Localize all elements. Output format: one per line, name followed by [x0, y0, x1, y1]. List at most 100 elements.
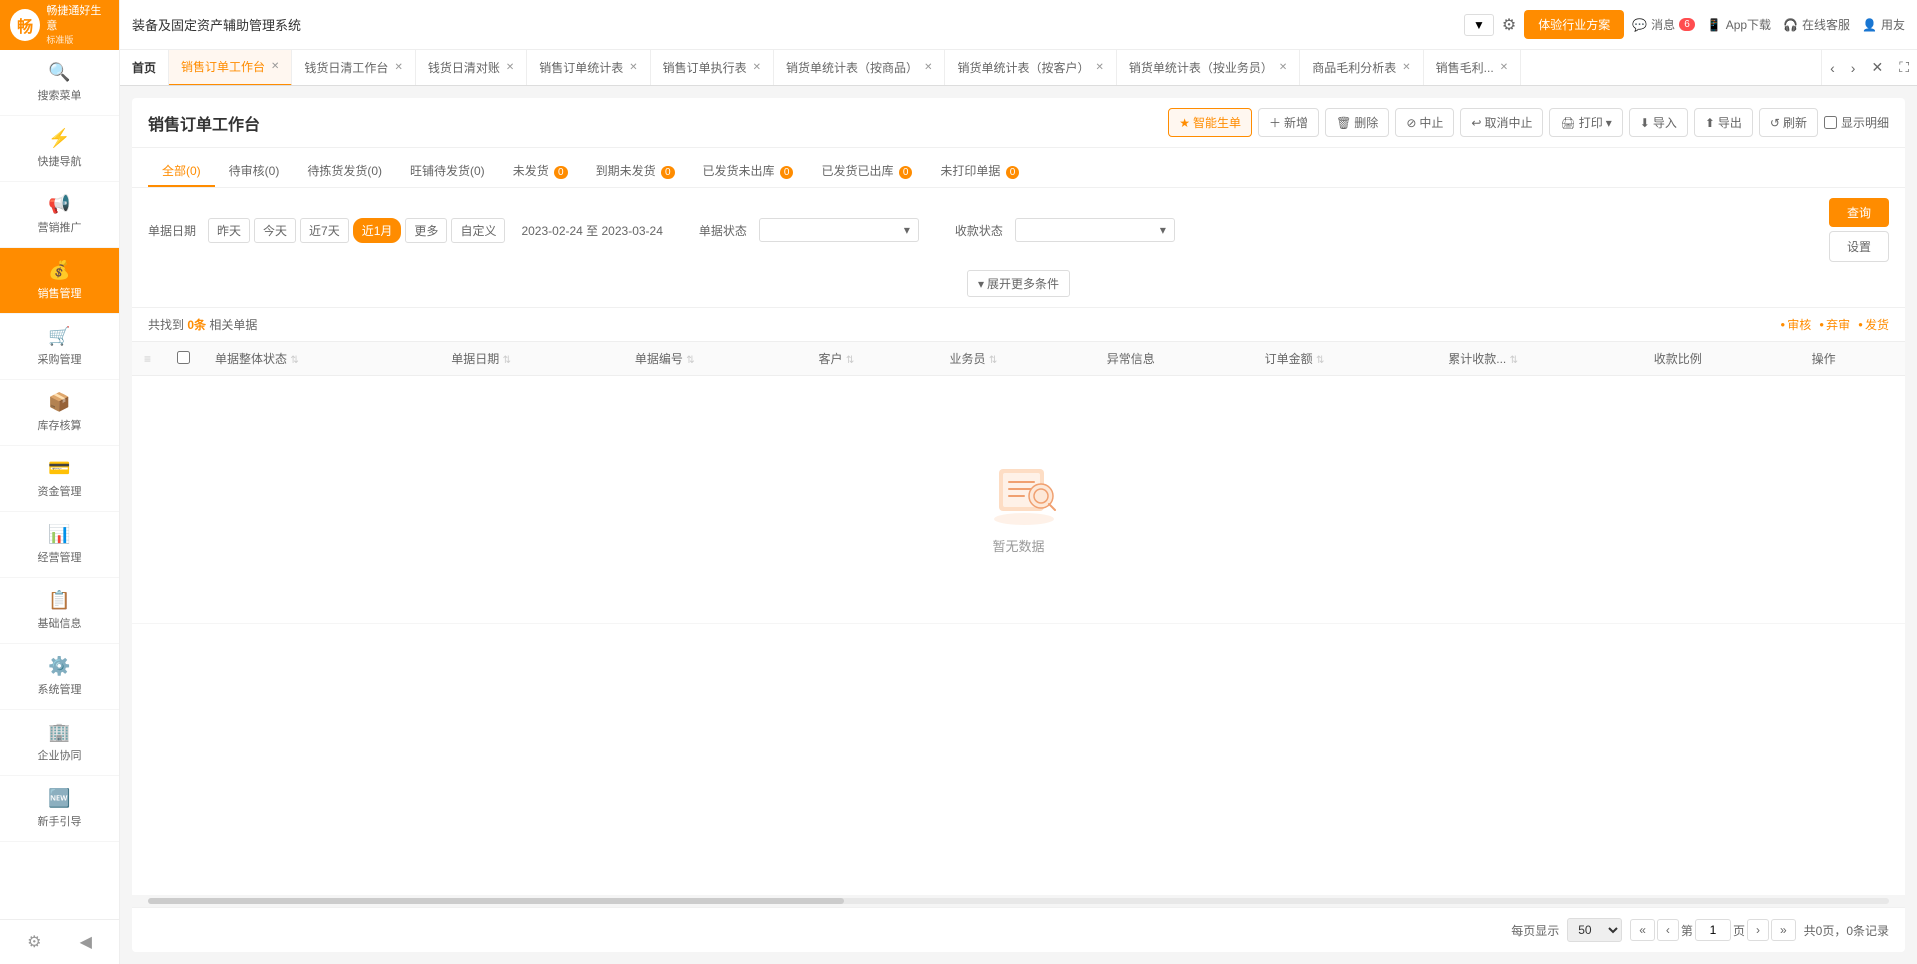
filter-setting-button[interactable]: 设置 [1829, 231, 1889, 262]
expand-filter-button[interactable]: ▾ 展开更多条件 [967, 270, 1070, 297]
tab-sales-stats-staff[interactable]: 销货单统计表（按业务员） ✕ [1117, 50, 1300, 86]
query-button[interactable]: 查询 [1829, 198, 1889, 227]
delete-button[interactable]: 🗑 删除 [1325, 108, 1389, 137]
status-filter-select[interactable]: ▾ [759, 218, 919, 242]
tab-scroll-left[interactable]: ‹ [1822, 50, 1843, 86]
stop-button[interactable]: ⊘ 中止 [1395, 108, 1454, 137]
sub-tab-wangpu[interactable]: 旺铺待发货(0) [396, 156, 499, 187]
tab-close-all[interactable]: ✕ [1863, 50, 1891, 86]
sidebar-item-search[interactable]: 🔍 搜索菜单 [0, 50, 119, 116]
tab-cash-account[interactable]: 钱货日清对账 ✕ [416, 50, 527, 86]
cancel-stop-button[interactable]: ↩ 取消中止 [1460, 108, 1543, 137]
date-btn-more[interactable]: 更多 [405, 218, 447, 243]
col-date[interactable]: 单据日期 [439, 342, 623, 376]
unreview-button[interactable]: 弃审 [1819, 316, 1850, 333]
scrollbar-track[interactable] [148, 898, 1889, 904]
user-button[interactable]: 👤 用友 [1862, 16, 1905, 33]
horizontal-scrollbar[interactable] [132, 895, 1905, 907]
sub-tab-unshipped[interactable]: 未发货 0 [499, 156, 582, 187]
import-button[interactable]: ⬇ 导入 [1629, 108, 1688, 137]
scrollbar-thumb[interactable] [148, 898, 844, 904]
add-button[interactable]: ＋ 新增 [1258, 108, 1319, 137]
payment-filter-select[interactable]: ▾ [1015, 218, 1175, 242]
tab-scroll-right[interactable]: › [1843, 50, 1864, 86]
sidebar-item-operations[interactable]: 📊 经营管理 [0, 512, 119, 578]
tab-sales-stats-close[interactable]: ✕ [629, 62, 637, 73]
last-page-button[interactable]: » [1771, 919, 1796, 941]
collapse-button[interactable]: ◀ [76, 928, 96, 956]
export-button[interactable]: ⬆ 导出 [1694, 108, 1753, 137]
sub-tab-unshipped-label: 未发货 [513, 164, 549, 178]
tab-cash-daily[interactable]: 钱货日清工作台 ✕ [292, 50, 415, 86]
sidebar-item-system[interactable]: ⚙️ 系统管理 [0, 644, 119, 710]
date-btn-7days[interactable]: 近7天 [300, 218, 349, 243]
topbar-gear-button[interactable]: ⚙ [1502, 15, 1516, 35]
page-input[interactable] [1695, 919, 1731, 941]
date-btn-1month[interactable]: 近1月 [353, 218, 402, 243]
tab-sales-stats-staff-label: 销货单统计表（按业务员） [1129, 59, 1273, 76]
sidebar-item-purchase[interactable]: 🛒 采购管理 [0, 314, 119, 380]
col-status[interactable]: 单据整体状态 [203, 342, 439, 376]
tab-sales-stats[interactable]: 销售订单统计表 ✕ [527, 50, 650, 86]
tab-sales-more[interactable]: 销售毛利... ✕ [1424, 50, 1521, 86]
show-detail-checkbox-label[interactable]: 显示明细 [1824, 114, 1889, 131]
col-check[interactable] [163, 342, 203, 376]
sub-tab-pending-pick[interactable]: 待拣货发货(0) [293, 156, 396, 187]
message-button[interactable]: 💬 消息 6 [1632, 16, 1695, 33]
settings-button[interactable]: ⚙ [23, 928, 45, 956]
sub-tab-overdue[interactable]: 到期未发货 0 [582, 156, 689, 187]
sidebar-item-quicknav[interactable]: ⚡ 快捷导航 [0, 116, 119, 182]
online-service-button[interactable]: 🎧 在线客服 [1783, 16, 1850, 33]
select-all-checkbox[interactable] [177, 351, 190, 364]
sub-tab-shipped-no-out[interactable]: 已发货未出库 0 [689, 156, 808, 187]
tab-sales-stats-product[interactable]: 销货单统计表（按商品） ✕ [774, 50, 945, 86]
tab-fullscreen[interactable]: ⛶ [1891, 50, 1917, 86]
ship-button[interactable]: 发货 [1858, 316, 1889, 333]
sub-tab-unprinted[interactable]: 未打印单据 0 [926, 156, 1033, 187]
tab-cash-account-close[interactable]: ✕ [506, 62, 514, 73]
col-collected[interactable]: 累计收款... [1436, 342, 1642, 376]
tab-sales-more-close[interactable]: ✕ [1500, 62, 1508, 73]
col-amount[interactable]: 订单金额 [1253, 342, 1437, 376]
sidebar-item-marketing[interactable]: 📢 营销推广 [0, 182, 119, 248]
sidebar-item-guide[interactable]: 🆕 新手引导 [0, 776, 119, 842]
tab-sales-exec[interactable]: 销售订单执行表 ✕ [651, 50, 774, 86]
date-btn-yesterday[interactable]: 昨天 [208, 218, 250, 243]
col-number[interactable]: 单据编号 [623, 342, 807, 376]
tab-sales-workbench-close[interactable]: ✕ [271, 61, 279, 72]
sidebar-item-finance[interactable]: 💳 资金管理 [0, 446, 119, 512]
first-page-button[interactable]: « [1630, 919, 1655, 941]
tab-home[interactable]: 首页 [120, 50, 169, 86]
sub-tab-pending[interactable]: 待审核(0) [215, 156, 294, 187]
prev-page-button[interactable]: ‹ [1657, 919, 1679, 941]
sub-tab-shipped-out[interactable]: 已发货已出库 0 [807, 156, 926, 187]
smart-generate-button[interactable]: ★ 智能生单 [1168, 108, 1252, 137]
tab-sales-workbench[interactable]: 销售订单工作台 ✕ [169, 50, 292, 86]
date-btn-custom[interactable]: 自定义 [451, 218, 505, 243]
col-customer[interactable]: 客户 [806, 342, 937, 376]
tab-sales-stats-customer[interactable]: 销货单统计表（按客户） ✕ [945, 50, 1116, 86]
tab-sales-stats-customer-close[interactable]: ✕ [1095, 62, 1103, 73]
sidebar-item-basicinfo[interactable]: 📋 基础信息 [0, 578, 119, 644]
tab-cash-daily-close[interactable]: ✕ [394, 62, 402, 73]
sidebar-item-inventory[interactable]: 📦 库存核算 [0, 380, 119, 446]
print-button[interactable]: 🖨 打印 ▾ [1549, 108, 1622, 137]
tab-sales-exec-close[interactable]: ✕ [753, 62, 761, 73]
sidebar-item-sales[interactable]: 💰 销售管理 [0, 248, 119, 314]
next-page-button[interactable]: › [1747, 919, 1769, 941]
per-page-select[interactable]: 50 10 20 100 [1567, 918, 1622, 942]
app-download-button[interactable]: 📱 App下载 [1707, 16, 1771, 33]
tab-sales-stats-product-close[interactable]: ✕ [924, 62, 932, 73]
refresh-button[interactable]: ↺ 刷新 [1759, 108, 1818, 137]
review-button[interactable]: 审核 [1780, 316, 1811, 333]
tab-product-margin[interactable]: 商品毛利分析表 ✕ [1300, 50, 1423, 86]
tab-sales-stats-staff-close[interactable]: ✕ [1279, 62, 1287, 73]
tab-product-margin-close[interactable]: ✕ [1402, 62, 1410, 73]
col-staff[interactable]: 业务员 [937, 342, 1094, 376]
topbar-dropdown[interactable]: ▼ [1464, 14, 1494, 36]
solution-button[interactable]: 体验行业方案 [1524, 10, 1624, 39]
show-detail-checkbox[interactable] [1824, 116, 1837, 129]
date-btn-today[interactable]: 今天 [254, 218, 296, 243]
sidebar-item-enterprise[interactable]: 🏢 企业协同 [0, 710, 119, 776]
sub-tab-all[interactable]: 全部(0) [148, 156, 215, 187]
